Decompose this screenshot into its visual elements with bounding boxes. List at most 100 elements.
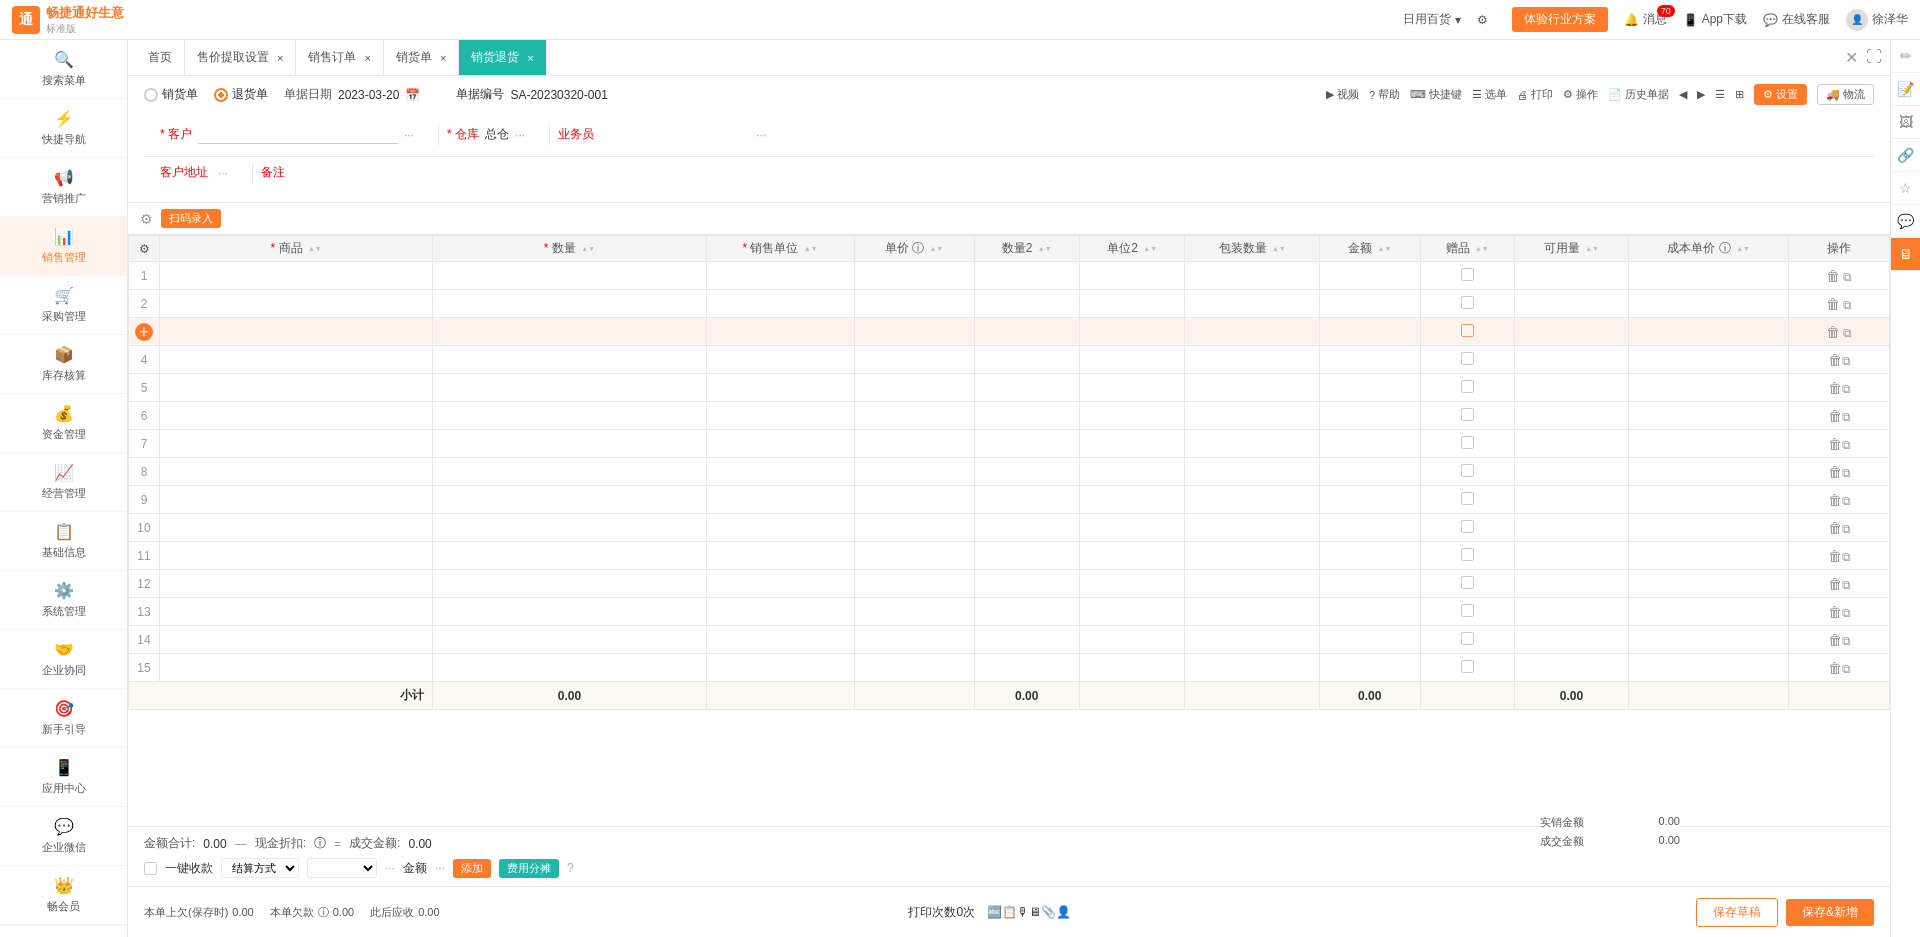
g4[interactable] <box>1420 346 1514 374</box>
gift-cb-11[interactable] <box>1461 548 1474 561</box>
online-service[interactable]: 💬 在线客服 <box>1763 11 1830 28</box>
sidebar-gear-btn[interactable]: ⚙ <box>0 925 127 937</box>
notes-input[interactable] <box>291 163 591 182</box>
grid-wrapper[interactable]: ⚙ * 商品 ▲▼ * 数量 ▲▼ <box>128 235 1890 826</box>
calendar-icon[interactable]: 📅 <box>405 88 420 102</box>
tab-sales-delivery-close[interactable]: × <box>440 52 446 64</box>
sidebar-item-apps[interactable]: 📱 应用中心 <box>0 748 127 807</box>
radio-return[interactable]: 退货单 <box>214 86 268 103</box>
right-icon-chat[interactable]: 💬 <box>1891 205 1920 238</box>
cost-cell-1[interactable] <box>1629 262 1789 290</box>
p4[interactable] <box>160 346 433 374</box>
split-btn[interactable]: 费用分摊 <box>499 859 559 878</box>
del14[interactable]: 🗑 <box>1828 632 1842 648</box>
gift-cb-7[interactable] <box>1461 436 1474 449</box>
gift-cb-9[interactable] <box>1461 492 1474 505</box>
right-icon-link[interactable]: 🔗 <box>1891 139 1920 172</box>
nav-label[interactable]: 日用百货 ▾ <box>1403 11 1461 28</box>
tab-close-all[interactable]: ✕ <box>1845 48 1858 67</box>
gift-cb-12[interactable] <box>1461 576 1474 589</box>
qty-sort[interactable]: ▲▼ <box>581 245 595 252</box>
account-calc-select[interactable] <box>307 858 377 878</box>
tab-sales-order[interactable]: 销售订单 × <box>296 40 383 75</box>
delete-btn-1[interactable]: 🗑 <box>1826 268 1840 284</box>
del8[interactable]: 🗑 <box>1828 464 1842 480</box>
cp13[interactable]: ⧉ <box>1842 606 1851 620</box>
c4[interactable] <box>1629 346 1789 374</box>
sidebar-item-search[interactable]: 🔍 搜索菜单 <box>0 40 127 99</box>
toolbar-logistics-btn[interactable]: 🚚 物流 <box>1817 84 1874 105</box>
tab-price-close[interactable]: × <box>277 52 283 64</box>
sidebar-item-member[interactable]: 👑 畅会员 <box>0 866 127 925</box>
q4[interactable] <box>433 346 706 374</box>
arrears-icon[interactable]: ⓘ <box>318 905 329 920</box>
qty-cell-1[interactable] <box>433 262 706 290</box>
sidebar-item-sales[interactable]: 📊 销售管理 <box>0 217 127 276</box>
copy-btn-2[interactable]: ⧉ <box>1843 298 1852 312</box>
pr4[interactable] <box>854 346 974 374</box>
sidebar-item-shortcut[interactable]: ⚡ 快捷导航 <box>0 99 127 158</box>
del4[interactable]: 🗑 <box>1828 352 1842 368</box>
del7[interactable]: 🗑 <box>1828 436 1842 452</box>
qty-input-1[interactable] <box>439 269 699 283</box>
gift-cb-8[interactable] <box>1461 464 1474 477</box>
avail-cell-2[interactable] <box>1514 290 1628 318</box>
toolbar-shortcut[interactable]: ⌨ 快捷键 <box>1410 87 1462 102</box>
available-sort[interactable]: ▲▼ <box>1585 245 1599 252</box>
gift-cb-13[interactable] <box>1461 604 1474 617</box>
q24[interactable] <box>974 346 1079 374</box>
product-cell-1[interactable] <box>160 262 433 290</box>
gift-cb-5[interactable] <box>1461 380 1474 393</box>
cp15[interactable]: ⧉ <box>1842 662 1851 676</box>
cp9[interactable]: ⧉ <box>1842 494 1851 508</box>
cp5[interactable]: ⧉ <box>1842 382 1851 396</box>
cost-info-icon[interactable]: ⓘ <box>1719 241 1731 255</box>
avail-cell-1[interactable] <box>1514 262 1628 290</box>
gift-cb-1[interactable] <box>1461 268 1474 281</box>
add-row-btn[interactable]: + <box>135 323 153 341</box>
u24[interactable] <box>1079 346 1184 374</box>
amount-sort[interactable]: ▲▼ <box>1377 245 1391 252</box>
unit-cell-2[interactable] <box>706 290 854 318</box>
sidebar-item-inventory[interactable]: 📦 库存核算 <box>0 335 127 394</box>
amount-cell-3[interactable] <box>1319 318 1420 346</box>
one-key-cb[interactable] <box>144 862 157 875</box>
sidebar-item-purchase[interactable]: 🛒 采购管理 <box>0 276 127 335</box>
toolbar-print[interactable]: 🖨 打印 <box>1517 87 1553 102</box>
gift-cell-2[interactable] <box>1420 290 1514 318</box>
cp10[interactable]: ⧉ <box>1842 522 1851 536</box>
pack-sort[interactable]: ▲▼ <box>1272 245 1286 252</box>
u4[interactable] <box>706 346 854 374</box>
message-icon[interactable]: 🔔 消息 70 <box>1624 11 1667 28</box>
tab-price-setting[interactable]: 售价提取设置 × <box>185 40 296 75</box>
qty-cell-2[interactable] <box>433 290 706 318</box>
toolbar-list-view[interactable]: ☰ <box>1715 88 1725 101</box>
gift-cb-2[interactable] <box>1461 296 1474 309</box>
tab-sales-return[interactable]: 销货退货 × <box>459 40 546 75</box>
toolbar-select[interactable]: ☰ 选单 <box>1472 87 1507 102</box>
trial-btn[interactable]: 体验行业方案 <box>1512 7 1608 32</box>
del9[interactable]: 🗑 <box>1828 492 1842 508</box>
unit-cell-1[interactable] <box>706 262 854 290</box>
right-icon-note[interactable]: 📝 <box>1891 73 1920 106</box>
customer-input[interactable] <box>198 125 398 144</box>
column-settings-icon[interactable]: ⚙ <box>140 211 153 227</box>
product-input-3[interactable] <box>166 325 426 339</box>
right-icon-image[interactable]: 🖼 <box>1891 106 1920 139</box>
toolbar-operate[interactable]: ⚙ 操作 <box>1563 87 1598 102</box>
delete-btn-2[interactable]: 🗑 <box>1826 296 1840 312</box>
cost-cell-2[interactable] <box>1629 290 1789 318</box>
delete-btn-3[interactable]: 🗑 <box>1826 324 1840 340</box>
pack-cell-3[interactable] <box>1185 318 1319 346</box>
price-info-icon[interactable]: ⓘ <box>912 241 924 255</box>
unit2-cell-2[interactable] <box>1079 290 1184 318</box>
right-icon-screen[interactable]: 🖥 <box>1891 238 1920 271</box>
gift-cb-6[interactable] <box>1461 408 1474 421</box>
price-sort[interactable]: ▲▼ <box>929 245 943 252</box>
amount-cell-2[interactable] <box>1319 290 1420 318</box>
gift-cell-3[interactable] <box>1420 318 1514 346</box>
pack-cell-1[interactable] <box>1185 262 1319 290</box>
address-select-btn[interactable]: ··· <box>218 166 228 180</box>
unit-sort[interactable]: ▲▼ <box>804 245 818 252</box>
cp8[interactable]: ⧉ <box>1842 466 1851 480</box>
